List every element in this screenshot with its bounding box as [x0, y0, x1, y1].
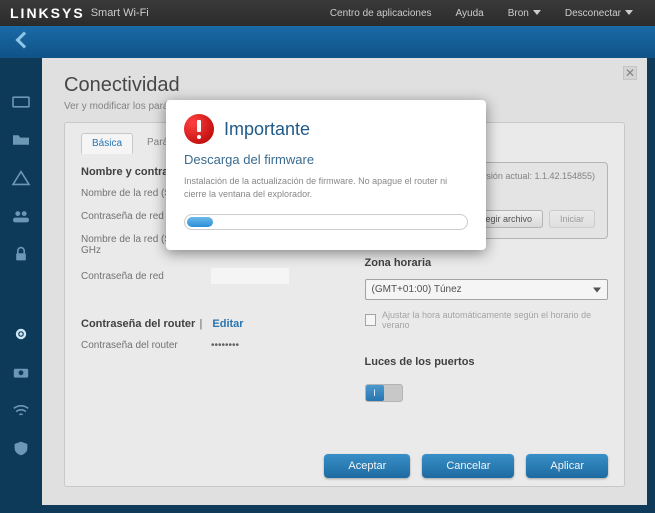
modal-title: Importante [224, 119, 310, 140]
progress-fill [187, 217, 213, 227]
modal-subtitle: Descarga del firmware [184, 152, 468, 167]
progress-bar [184, 214, 468, 230]
modal-firmware: Importante Descarga del firmware Instala… [166, 100, 486, 250]
modal-overlay: Importante Descarga del firmware Instala… [0, 0, 655, 513]
alert-icon [184, 114, 214, 144]
modal-body: Instalación de la actualización de firmw… [184, 175, 468, 200]
